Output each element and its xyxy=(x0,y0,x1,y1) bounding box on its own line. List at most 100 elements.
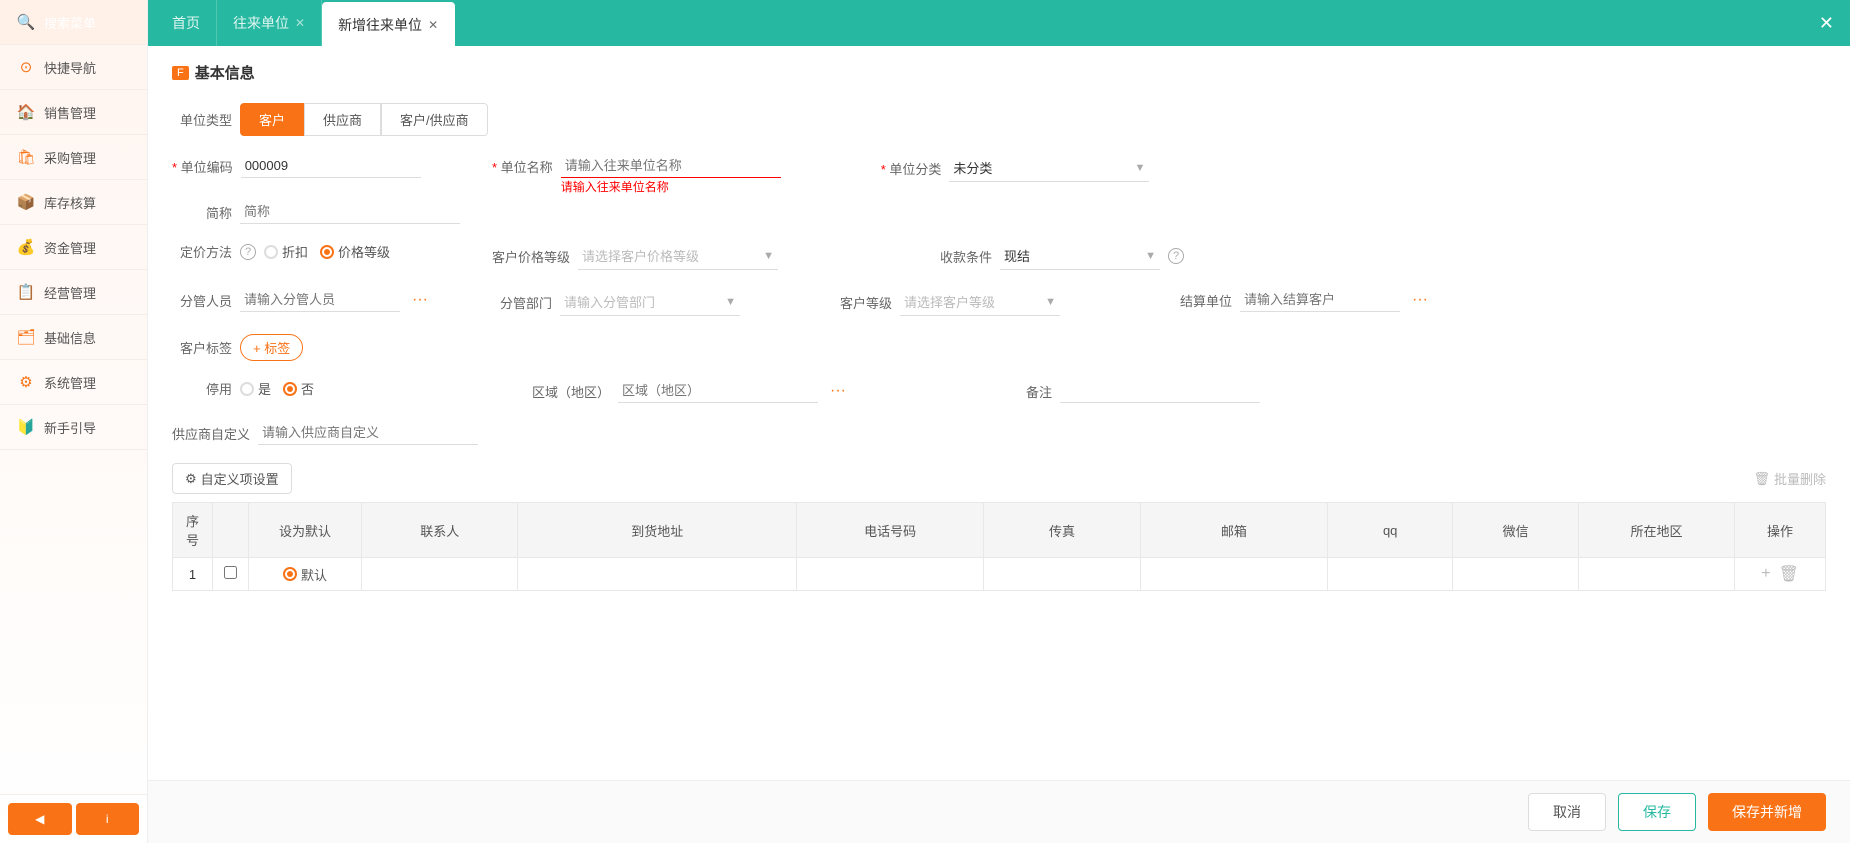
disabled-yes-label: 是 xyxy=(258,379,271,398)
sidebar-bottom: ◀ i xyxy=(0,794,147,843)
col-address: 到货地址 xyxy=(518,503,797,558)
payment-terms-tooltip[interactable]: ? xyxy=(1168,248,1184,264)
close-all-tabs[interactable]: ✕ xyxy=(1811,9,1842,38)
tab-partners[interactable]: 往来单位 ✕ xyxy=(217,0,322,46)
department-label: 分管部门 xyxy=(492,293,552,312)
custom-settings-btn[interactable]: ⚙ 自定义项设置 xyxy=(172,463,292,494)
sidebar-item-finance[interactable]: 💰 资金管理 xyxy=(0,225,147,270)
unit-category-label: 单位分类 xyxy=(881,159,942,178)
sidebar-item-system[interactable]: ⚙ 系统管理 xyxy=(0,360,147,405)
row-region-input[interactable] xyxy=(1616,567,1696,582)
row-default-radio[interactable]: 默认 xyxy=(259,565,351,584)
manager-row: 分管人员 ··· 分管部门 请输入分管部门 ▼ 客户等级 请选择客户等级 ▼ 结… xyxy=(172,288,1826,316)
save-button[interactable]: 保存 xyxy=(1618,793,1696,831)
row-add-btn[interactable]: + xyxy=(1761,565,1770,583)
row-qq-input[interactable] xyxy=(1360,567,1420,582)
row-phone[interactable] xyxy=(797,558,984,591)
row-wechat[interactable] xyxy=(1453,558,1578,591)
save-new-button[interactable]: 保存并新增 xyxy=(1708,793,1826,831)
tab-home[interactable]: 首页 xyxy=(156,0,217,46)
customer-level-label: 客户等级 xyxy=(832,293,892,312)
tab-partners-close[interactable]: ✕ xyxy=(295,16,305,30)
sidebar-item-guide[interactable]: 🔰 新手引导 xyxy=(0,405,147,450)
finance-icon: 💰 xyxy=(16,237,36,257)
unit-type-customer-btn[interactable]: 客户 xyxy=(240,103,304,136)
unit-code-input[interactable] xyxy=(241,154,421,178)
row-fax[interactable] xyxy=(984,558,1140,591)
sidebar-item-sales[interactable]: 🏠 销售管理 xyxy=(0,90,147,135)
unit-name-error: 请输入往来单位名称 xyxy=(561,178,669,195)
region-input[interactable] xyxy=(618,379,818,403)
department-placeholder: 请输入分管部门 xyxy=(564,292,655,311)
sidebar-operation-label: 经营管理 xyxy=(44,283,96,302)
row-phone-input[interactable] xyxy=(840,567,940,582)
unit-category-chevron: ▼ xyxy=(1134,162,1145,174)
remark-input[interactable] xyxy=(1060,379,1260,403)
cancel-button[interactable]: 取消 xyxy=(1528,793,1606,831)
row-email[interactable] xyxy=(1140,558,1327,591)
content-area: F 基本信息 单位类型 客户 供应商 客户/供应商 单位编码 单位名称 xyxy=(148,46,1850,780)
settlement-unit-more-btn[interactable]: ··· xyxy=(1408,291,1432,309)
unit-name-input-area: 请输入往来单位名称 xyxy=(561,154,781,178)
payment-terms-select[interactable]: 现结 ▼ xyxy=(1000,242,1160,270)
sidebar-item-basic[interactable]: 🗂 基础信息 xyxy=(0,315,147,360)
region-more-btn[interactable]: ··· xyxy=(826,382,850,400)
row-checkbox-input[interactable] xyxy=(224,566,237,579)
sidebar-item-purchase[interactable]: 🛍 采购管理 xyxy=(0,135,147,180)
department-field: 分管部门 请输入分管部门 ▼ xyxy=(492,288,772,316)
pricing-discount-option[interactable]: 折扣 xyxy=(264,242,308,261)
unit-type-both-btn[interactable]: 客户/供应商 xyxy=(381,103,488,136)
row-address-input[interactable] xyxy=(587,567,727,582)
manager-more-btn[interactable]: ··· xyxy=(408,291,432,309)
price-level-select[interactable]: 请选择客户价格等级 ▼ xyxy=(578,242,778,270)
sidebar-info-btn[interactable]: i xyxy=(76,803,140,835)
row-email-input[interactable] xyxy=(1184,567,1284,582)
department-select[interactable]: 请输入分管部门 ▼ xyxy=(560,288,740,316)
row-region[interactable] xyxy=(1578,558,1734,591)
table-body: 1 默认 xyxy=(173,558,1826,591)
row-action-group: + 🗑 xyxy=(1745,564,1815,584)
supplier-custom-input[interactable] xyxy=(258,421,478,445)
sidebar-finance-label: 资金管理 xyxy=(44,238,96,257)
row-contact-input[interactable] xyxy=(400,567,480,582)
sidebar-item-operation[interactable]: 📋 经营管理 xyxy=(0,270,147,315)
unit-name-label: 单位名称 xyxy=(492,157,553,176)
sidebar-sales-label: 销售管理 xyxy=(44,103,96,122)
unit-category-select[interactable]: 未分类 ▼ xyxy=(949,154,1149,182)
col-seq: 序号 xyxy=(173,503,213,558)
sidebar-expand-btn[interactable]: ◀ xyxy=(8,803,72,835)
col-qq: qq xyxy=(1328,503,1453,558)
row-delete-btn[interactable]: 🗑 xyxy=(1779,564,1799,584)
manager-input[interactable] xyxy=(240,288,400,312)
supplier-custom-row: 供应商自定义 xyxy=(172,421,1826,445)
row-contact[interactable] xyxy=(362,558,518,591)
customer-level-field: 客户等级 请选择客户等级 ▼ xyxy=(832,288,1112,316)
batch-delete-btn[interactable]: 🗑 批量删除 xyxy=(1753,469,1826,488)
unit-name-input[interactable] xyxy=(561,154,781,178)
disabled-yes-option[interactable]: 是 xyxy=(240,379,271,398)
row-qq[interactable] xyxy=(1328,558,1453,591)
sidebar-item-inventory[interactable]: 📦 库存核算 xyxy=(0,180,147,225)
pricing-method-tooltip[interactable]: ? xyxy=(240,244,256,260)
unit-type-supplier-btn[interactable]: 供应商 xyxy=(304,103,381,136)
payment-terms-label: 收款条件 xyxy=(932,247,992,266)
row-wechat-input[interactable] xyxy=(1486,567,1546,582)
sidebar-item-search[interactable]: 🔍 搜索菜单 xyxy=(0,0,147,45)
customer-tag-label: 客户标签 xyxy=(172,338,232,357)
payment-terms-field: 收款条件 现结 ▼ ? xyxy=(932,242,1212,270)
short-name-input[interactable] xyxy=(240,200,460,224)
row-fax-input[interactable] xyxy=(1022,567,1102,582)
row-checkbox[interactable] xyxy=(213,558,249,591)
settlement-unit-input[interactable] xyxy=(1240,288,1400,312)
add-tag-btn[interactable]: + 标签 xyxy=(240,334,303,361)
sidebar-item-quick-nav[interactable]: ⊙ 快捷导航 xyxy=(0,45,147,90)
sidebar-basic-label: 基础信息 xyxy=(44,328,96,347)
row-address[interactable] xyxy=(518,558,797,591)
pricing-level-option[interactable]: 价格等级 xyxy=(320,242,390,261)
tab-new-partner[interactable]: 新增往来单位 ✕ xyxy=(322,2,455,48)
disabled-no-option[interactable]: 否 xyxy=(283,379,314,398)
operation-icon: 📋 xyxy=(16,282,36,302)
unit-code-label: 单位编码 xyxy=(172,157,233,176)
customer-level-select[interactable]: 请选择客户等级 ▼ xyxy=(900,288,1060,316)
tab-new-partner-close[interactable]: ✕ xyxy=(428,18,438,32)
